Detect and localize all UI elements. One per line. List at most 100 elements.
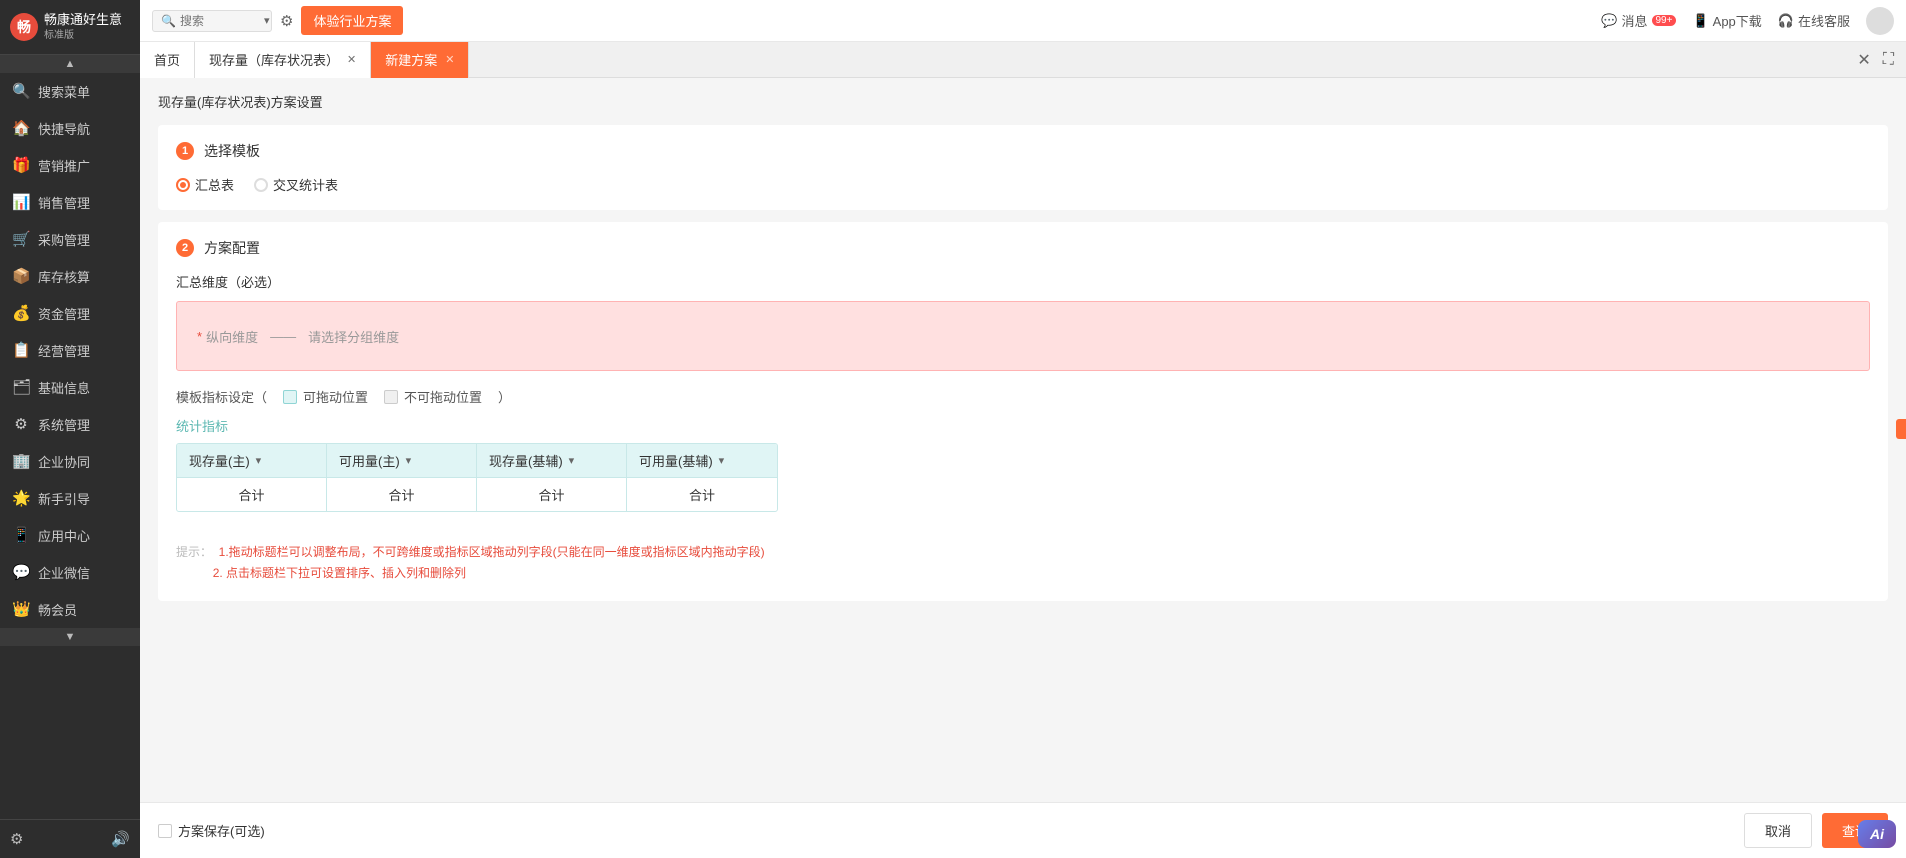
headset-icon: 🎧 bbox=[1778, 13, 1794, 29]
table-header-3[interactable]: 可用量(基辅) ▾ bbox=[627, 444, 777, 477]
table-cell-0-1: 合计 bbox=[327, 478, 477, 511]
sidebar-item-member[interactable]: 👑 畅会员 bbox=[0, 591, 140, 628]
content-area: 现存量(库存状况表)方案设置 1 选择模板 汇总表 交叉统计表 2 bbox=[140, 78, 1906, 802]
legend-fixed-label: 不可拖动位置 bbox=[404, 387, 482, 406]
dimension-field-label: 纵向维度 bbox=[206, 327, 258, 346]
tab-expand-icon[interactable]: ⛶ bbox=[1879, 49, 1898, 71]
step1-num: 1 bbox=[176, 142, 194, 160]
tab-close-all-icon[interactable]: ✕ bbox=[1853, 48, 1874, 72]
tab-home[interactable]: 首页 bbox=[140, 42, 195, 78]
header-label-3: 可用量(基辅) bbox=[639, 451, 713, 470]
topbar-search-box[interactable]: 🔍 ▾ bbox=[152, 10, 272, 32]
tab-new-plan[interactable]: 新建方案 ✕ bbox=[371, 42, 469, 78]
sidebar-item-label: 应用中心 bbox=[38, 526, 90, 545]
table-header-1[interactable]: 可用量(主) ▾ bbox=[327, 444, 477, 477]
legend-draggable: 可拖动位置 bbox=[283, 387, 368, 406]
gear-icon: ⚙ bbox=[12, 415, 30, 433]
header-dropdown-0[interactable]: ▾ bbox=[256, 454, 262, 467]
message-badge: 99+ bbox=[1652, 15, 1677, 26]
folder-icon: 🗂 bbox=[12, 378, 30, 396]
topbar-gear-icon[interactable]: ⚙ bbox=[280, 12, 293, 30]
page-title: 现存量(库存状况表)方案设置 bbox=[158, 92, 1888, 111]
mobile-icon: 📱 bbox=[12, 526, 30, 544]
sidebar-item-purchase[interactable]: 🛒 采购管理 bbox=[0, 221, 140, 258]
tab-home-label: 首页 bbox=[154, 50, 180, 69]
search-icon: 🔍 bbox=[161, 14, 176, 28]
radio-cross-circle bbox=[254, 178, 268, 192]
sidebar-logo-text: 畅康通好生意 标准版 bbox=[44, 12, 122, 42]
fixed-legend-box bbox=[384, 390, 398, 404]
table-cell-0-0: 合计 bbox=[177, 478, 327, 511]
sidebar-item-search[interactable]: 🔍 搜索菜单 bbox=[0, 73, 140, 110]
header-label-2: 现存量(基辅) bbox=[489, 451, 563, 470]
cancel-button[interactable]: 取消 bbox=[1744, 813, 1812, 848]
sidebar-item-quick-nav[interactable]: 🏠 快捷导航 bbox=[0, 110, 140, 147]
sidebar-item-appstore[interactable]: 📱 应用中心 bbox=[0, 517, 140, 554]
sidebar-item-basic-info[interactable]: 🗂 基础信息 bbox=[0, 369, 140, 406]
header-dropdown-1[interactable]: ▾ bbox=[406, 454, 412, 467]
header-dropdown-2[interactable]: ▾ bbox=[569, 454, 575, 467]
sidebar-item-enterprise[interactable]: 🏢 企业协同 bbox=[0, 443, 140, 480]
sidebar-item-operations[interactable]: 📋 经营管理 bbox=[0, 332, 140, 369]
table-header-2[interactable]: 现存量(基辅) ▾ bbox=[477, 444, 627, 477]
message-label: 消息 bbox=[1621, 11, 1647, 30]
audio-icon[interactable]: 🔊 bbox=[111, 830, 130, 848]
gift-icon: 🎁 bbox=[12, 156, 30, 174]
download-icon: 📱 bbox=[1692, 13, 1708, 29]
sidebar-item-label: 基础信息 bbox=[38, 378, 90, 397]
sidebar-item-system[interactable]: ⚙ 系统管理 bbox=[0, 406, 140, 443]
building-icon: 🏢 bbox=[12, 452, 30, 470]
search-input[interactable] bbox=[180, 14, 260, 28]
industry-btn[interactable]: 体验行业方案 bbox=[301, 6, 403, 35]
topbar-right: 💬 消息 99+ 📱 App下载 🎧 在线客服 bbox=[1601, 7, 1894, 35]
draggable-legend-box bbox=[283, 390, 297, 404]
radio-cross-label: 交叉统计表 bbox=[273, 175, 338, 194]
sidebar-item-marketing[interactable]: 🎁 营销推广 bbox=[0, 147, 140, 184]
topbar: 🔍 ▾ ⚙ 体验行业方案 💬 消息 99+ 📱 App下载 🎧 在线客服 bbox=[140, 0, 1906, 42]
step1-title: 选择模板 bbox=[204, 141, 260, 161]
tab-inventory-status[interactable]: 现存量（库存状况表） ✕ bbox=[195, 42, 371, 78]
app-download-label: App下载 bbox=[1713, 11, 1762, 30]
chart-icon: 📊 bbox=[12, 193, 30, 211]
save-checkbox[interactable] bbox=[158, 824, 172, 838]
radio-cross[interactable]: 交叉统计表 bbox=[254, 175, 338, 194]
sidebar-item-label: 营销推广 bbox=[38, 156, 90, 175]
search-icon: 🔍 bbox=[12, 82, 30, 100]
ai-badge[interactable]: Ai bbox=[1858, 820, 1896, 848]
sidebar-item-finance[interactable]: 💰 资金管理 bbox=[0, 295, 140, 332]
sidebar-item-wechat[interactable]: 💬 企业微信 bbox=[0, 554, 140, 591]
settings-icon[interactable]: ⚙ bbox=[10, 830, 23, 848]
header-dropdown-3[interactable]: ▾ bbox=[719, 454, 725, 467]
dimension-area[interactable]: * 纵向维度 —— 请选择分组维度 bbox=[176, 301, 1870, 371]
radio-summary[interactable]: 汇总表 bbox=[176, 175, 234, 194]
table-cell-0-3: 合计 bbox=[627, 478, 777, 511]
sidebar-item-newuser[interactable]: 🌟 新手引导 bbox=[0, 480, 140, 517]
app-version: 标准版 bbox=[44, 29, 122, 42]
sidebar-item-inventory[interactable]: 📦 库存核算 bbox=[0, 258, 140, 295]
cart-icon: 🛒 bbox=[12, 230, 30, 248]
right-edge-tab[interactable] bbox=[1896, 419, 1906, 439]
tab-new-plan-close-icon[interactable]: ✕ bbox=[445, 53, 454, 66]
tabbar-right: ✕ ⛶ bbox=[1853, 48, 1906, 72]
chat-icon: 💬 bbox=[12, 563, 30, 581]
message-btn[interactable]: 💬 消息 99+ bbox=[1601, 11, 1676, 30]
search-dropdown-icon[interactable]: ▾ bbox=[264, 14, 270, 27]
tab-inventory-close-icon[interactable]: ✕ bbox=[347, 53, 356, 66]
save-option[interactable]: 方案保存(可选) bbox=[158, 821, 265, 840]
table-header-0[interactable]: 现存量(主) ▾ bbox=[177, 444, 327, 477]
dimension-arrow: —— bbox=[270, 329, 296, 344]
sidebar-scroll-up[interactable]: ▲ bbox=[0, 55, 140, 73]
tip-0: 提示： 1.拖动标题栏可以调整布局，不可跨维度或指标区域拖动列字段(只能在同一维… bbox=[176, 543, 1870, 560]
sidebar-item-label: 畅会员 bbox=[38, 600, 77, 619]
table-cell-0-2: 合计 bbox=[477, 478, 627, 511]
user-avatar[interactable] bbox=[1866, 7, 1894, 35]
header-label-1: 可用量(主) bbox=[339, 451, 400, 470]
sidebar-item-label: 资金管理 bbox=[38, 304, 90, 323]
sidebar-item-sales[interactable]: 📊 销售管理 bbox=[0, 184, 140, 221]
online-service-btn[interactable]: 🎧 在线客服 bbox=[1778, 11, 1850, 30]
sidebar-item-label: 企业协同 bbox=[38, 452, 90, 471]
tabbar: 首页 现存量（库存状况表） ✕ 新建方案 ✕ ✕ ⛶ bbox=[140, 42, 1906, 78]
app-name: 畅康通好生意 bbox=[44, 12, 122, 29]
sidebar-scroll-down[interactable]: ▼ bbox=[0, 628, 140, 646]
app-download-btn[interactable]: 📱 App下载 bbox=[1692, 11, 1761, 30]
